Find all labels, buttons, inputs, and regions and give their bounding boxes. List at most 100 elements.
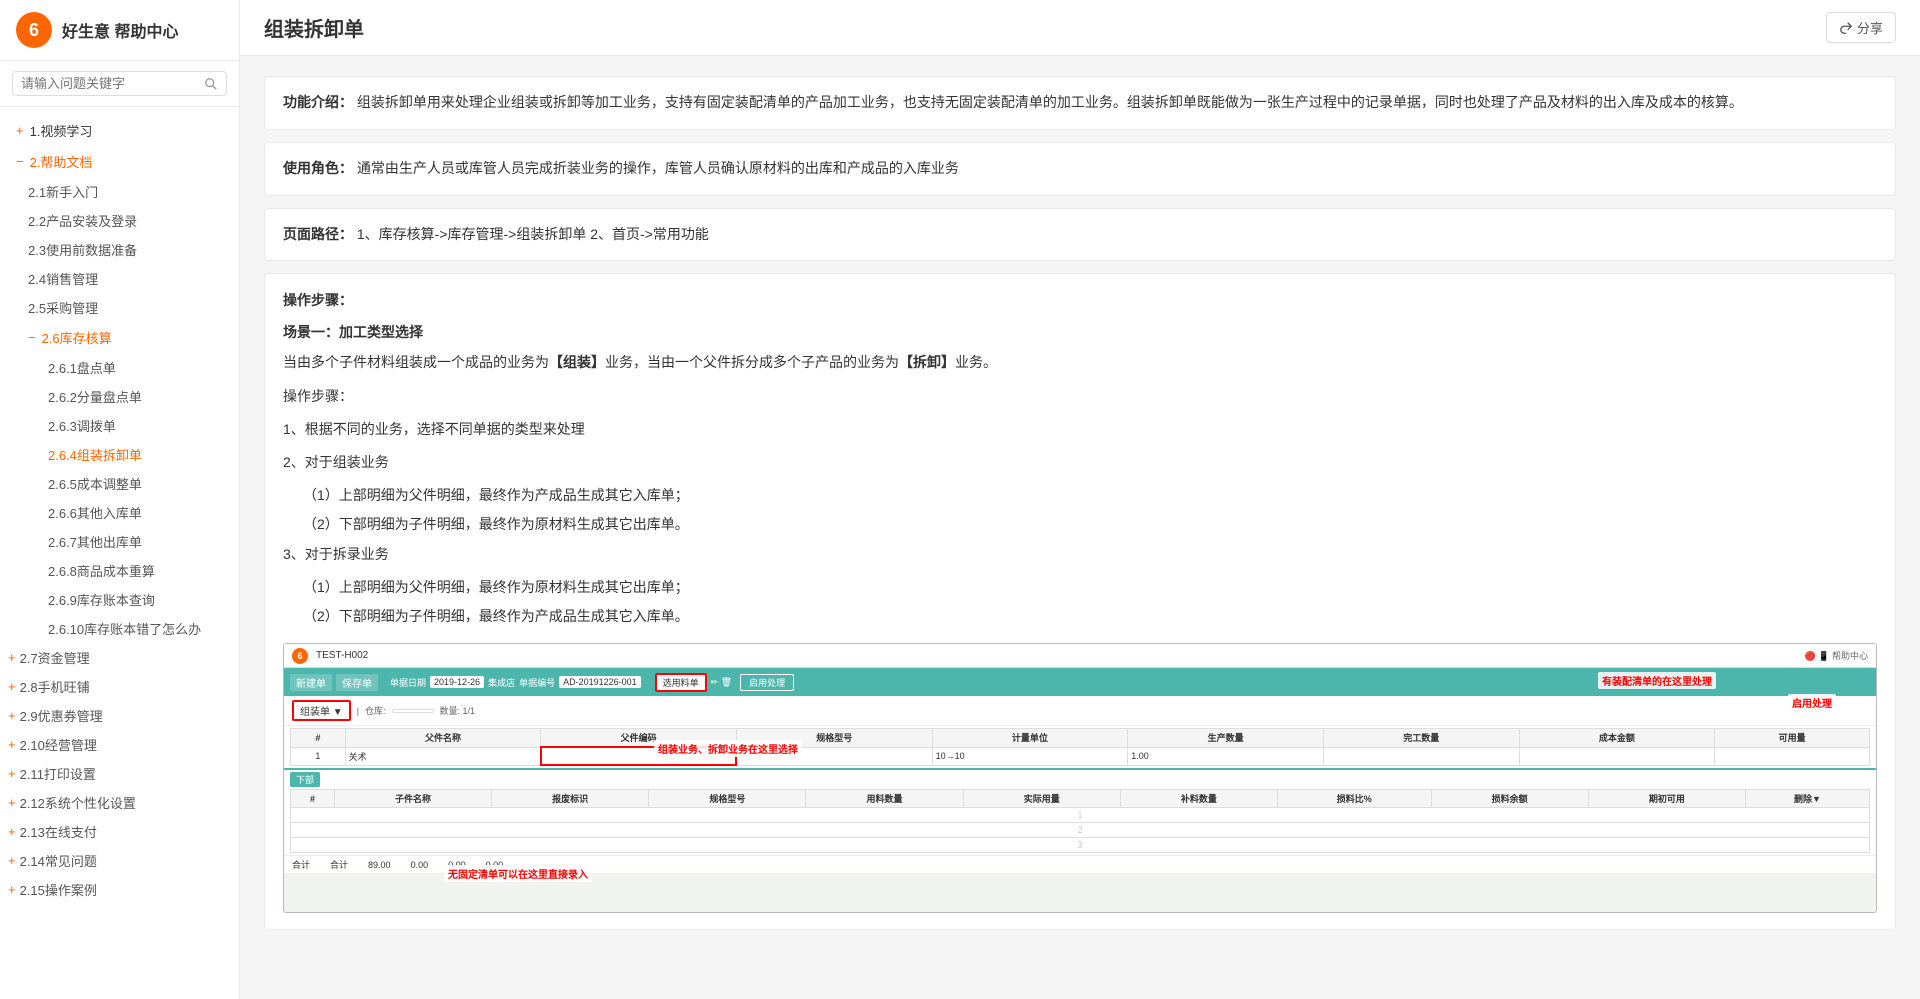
- ss-table-lower: # 子件名称 报废标识 规格型号 用料数量 实际用量 补料数量 损料比% 损料余…: [290, 789, 1870, 853]
- main-content: 组装拆卸单 分享 功能介绍： 组装拆卸单用来处理企业组装或拆卸等加工业务，支持有…: [240, 0, 1920, 999]
- ss-header: 6 TEST-H002 🔴 📱 帮助中心: [284, 644, 1876, 668]
- step1: 1、根据不同的业务，选择不同单据的类型来处理: [283, 417, 1877, 442]
- sidebar-item-2-12[interactable]: + 2.12系统个性化设置: [8, 788, 239, 817]
- annotation-2: 组装业务、拆卸业务在这里选择: [654, 740, 802, 757]
- top-bar: 组装拆卸单 分享: [240, 0, 1920, 56]
- sidebar-item-2-14[interactable]: + 2.14常见问题: [8, 846, 239, 875]
- sidebar-item-2-11[interactable]: + 2.11打印设置: [8, 759, 239, 788]
- table-row: 3: [291, 838, 1870, 853]
- sidebar-item-2-13[interactable]: + 2.13在线支付: [8, 817, 239, 846]
- page-title: 组装拆卸单: [264, 13, 364, 42]
- ss-logo: 6: [292, 648, 308, 664]
- sidebar-item-2-6-4[interactable]: 2.6.4组装拆卸单: [48, 440, 239, 469]
- step2-sub1: （1）上部明细为父件明细，最终作为产成品生成其它入库单；: [303, 483, 1877, 508]
- sidebar-item-2-6-6[interactable]: 2.6.6其他入库单: [48, 498, 239, 527]
- sidebar-item-2-3[interactable]: 2.3使用前数据准备: [28, 235, 239, 264]
- sidebar-item-label-2: 2.帮助文档: [30, 152, 93, 171]
- annotation-4: 无固定清单可以在这里直接录入: [444, 865, 592, 882]
- ss-bom-area: 选用料单 ✏ 🗑: [655, 673, 732, 692]
- table-row: 2: [291, 823, 1870, 838]
- sidebar-item-2-6-10[interactable]: 2.6.10库存账本错了怎么办: [48, 614, 239, 643]
- ss-lower-tab: 下部: [290, 772, 320, 787]
- search-input[interactable]: [21, 76, 204, 91]
- ss-bill-label: 单据编号: [519, 676, 555, 689]
- scenario-title: 场景一：加工类型选择: [283, 322, 1877, 342]
- sidebar-item-2-15[interactable]: + 2.15操作案例: [8, 875, 239, 904]
- sidebar-sub-2-6: 2.6.1盘点单 2.6.2分量盘点单 2.6.3调拨单 2.6.4组装拆卸单 …: [28, 353, 239, 643]
- sidebar-item-2-2[interactable]: 2.2产品安装及登录: [28, 206, 239, 235]
- search-icon: [204, 77, 218, 91]
- scenario-desc: 当由多个子件材料组装成一个成品的业务为【组装】业务，当由一个父件拆分成多个子产品…: [283, 350, 1877, 375]
- content-area: 功能介绍： 组装拆卸单用来处理企业组装或拆卸等加工业务，支持有固定装配清单的产品…: [240, 56, 1920, 999]
- ss-btn-new[interactable]: 新建单: [290, 674, 332, 691]
- share-button[interactable]: 分享: [1826, 12, 1896, 43]
- ss-bill-val: AD-20191226-001: [559, 676, 641, 688]
- sidebar-item-2-4[interactable]: 2.4销售管理: [28, 264, 239, 293]
- ss-icons: ✏ 🗑: [711, 677, 732, 688]
- sidebar-item-label-1: 1.视频学习: [30, 121, 93, 140]
- ss-type-row: 组装单 ▼ | 仓库: 数量: 1/1 组装业务、拆卸业务在这里选择: [284, 696, 1876, 726]
- expand-icon-1: +: [16, 123, 24, 138]
- sidebar-sub-docs: 2.1新手入门 2.2产品安装及登录 2.3使用前数据准备 2.4销售管理 2.…: [0, 177, 239, 904]
- sidebar-item-docs[interactable]: − 2.帮助文档: [0, 146, 239, 177]
- nav-tree: + 1.视频学习 − 2.帮助文档 2.1新手入门 2.2产品安装及登录 2.3…: [0, 107, 239, 999]
- feature-intro-block: 功能介绍： 组装拆卸单用来处理企业组装或拆卸等加工业务，支持有固定装配清单的产品…: [264, 76, 1896, 130]
- logo-area: 6 好生意 帮助中心: [0, 0, 239, 61]
- logo-text: 好生意 帮助中心: [62, 18, 178, 42]
- ss-process-btn[interactable]: 启用处理: [740, 674, 794, 691]
- annotation-3: 启用处理: [1788, 694, 1836, 711]
- feature-intro-label: 功能介绍：: [283, 94, 353, 110]
- sidebar-item-2-10[interactable]: + 2.10经营管理: [8, 730, 239, 759]
- sidebar-item-2-5[interactable]: 2.5采购管理: [28, 293, 239, 322]
- table-row: 1 关术 10→10 1.00: [291, 747, 1870, 765]
- sidebar-item-2-7[interactable]: + 2.7资金管理: [8, 643, 239, 672]
- search-area: [0, 61, 239, 107]
- sidebar-item-2-8[interactable]: + 2.8手机旺铺: [8, 672, 239, 701]
- page-path-block: 页面路径： 1、库存核算->库存管理->组装拆卸单 2、首页->常用功能: [264, 208, 1896, 262]
- sidebar-item-2-6-5[interactable]: 2.6.5成本调整单: [48, 469, 239, 498]
- ss-header-text: TEST-H002: [316, 650, 368, 661]
- step3: 3、对于拆录业务: [283, 542, 1877, 567]
- expand-icon-2: −: [16, 154, 24, 169]
- logo-icon: 6: [16, 12, 52, 48]
- step2: 2、对于组装业务: [283, 450, 1877, 475]
- ss-date-val: 2019-12-26: [430, 676, 484, 688]
- step3-sub2: （2）下部明细为子件明细，最终作为产成品生成其它入库单。: [303, 604, 1877, 629]
- sidebar-item-2-1[interactable]: 2.1新手入门: [28, 177, 239, 206]
- ss-bom-btn[interactable]: 选用料单: [655, 673, 707, 692]
- sidebar-item-video[interactable]: + 1.视频学习: [0, 115, 239, 146]
- ops-title: 操作步骤：: [283, 290, 1877, 310]
- sidebar-item-2-6[interactable]: − 2.6库存核算: [28, 322, 239, 353]
- sidebar-item-2-6-2[interactable]: 2.6.2分量盘点单: [48, 382, 239, 411]
- ss-group-label: 集成店: [488, 676, 515, 689]
- ss-upper-table: # 父件名称 父件编码 规格型号 计量单位 生产数量 完工数量 成本金额 可用量: [284, 726, 1876, 768]
- user-role-label: 使用角色：: [283, 160, 353, 176]
- feature-intro-text: 组装拆卸单用来处理企业组装或拆卸等加工业务，支持有固定装配清单的产品加工业务，也…: [357, 94, 1743, 110]
- sidebar-item-2-6-1[interactable]: 2.6.1盘点单: [48, 353, 239, 382]
- sidebar-item-2-6-9[interactable]: 2.6.9库存账本查询: [48, 585, 239, 614]
- ss-lower-section: 下部 # 子件名称 报废标识 规格型号 用料数量 实际用量 补料数量: [284, 768, 1876, 855]
- sidebar-item-2-6-3[interactable]: 2.6.3调拨单: [48, 411, 239, 440]
- ss-date-label: 单据日期: [390, 676, 426, 689]
- sidebar-item-2-6-8[interactable]: 2.6.8商品成本重算: [48, 556, 239, 585]
- user-role-text: 通常由生产人员或库管人员完成折装业务的操作，库管人员确认原材料的出库和产成品的入…: [357, 160, 959, 176]
- ss-header-icons: 🔴 📱 帮助中心: [1805, 649, 1868, 662]
- sidebar-item-2-9[interactable]: + 2.9优惠券管理: [8, 701, 239, 730]
- table-row: 1: [291, 808, 1870, 823]
- annotation-1: 有装配清单的在这里处理: [1598, 672, 1716, 689]
- step3-sub1: （1）上部明细为父件明细，最终作为原材料生成其它出库单；: [303, 575, 1877, 600]
- page-path-text: 1、库存核算->库存管理->组装拆卸单 2、首页->常用功能: [357, 226, 709, 242]
- user-role-block: 使用角色： 通常由生产人员或库管人员完成折装业务的操作，库管人员确认原材料的出库…: [264, 142, 1896, 196]
- expand-icon-2-6: −: [28, 330, 36, 345]
- search-box[interactable]: [12, 71, 227, 96]
- sidebar: 6 好生意 帮助中心 + 1.视频学习 − 2.帮助文档 2.1新手入门 2.2…: [0, 0, 240, 999]
- share-icon: [1839, 21, 1853, 35]
- ss-btn-save[interactable]: 保存单: [336, 674, 378, 691]
- step2-sub2: （2）下部明细为子件明细，最终作为原材料生成其它出库单。: [303, 512, 1877, 537]
- page-path-label: 页面路径：: [283, 226, 353, 242]
- screenshot: 6 TEST-H002 🔴 📱 帮助中心 新建单 保存单 单据日期 2019-1…: [283, 643, 1877, 913]
- ss-warehouse[interactable]: [392, 709, 434, 713]
- ops-block: 操作步骤： 场景一：加工类型选择 当由多个子件材料组装成一个成品的业务为【组装】…: [264, 273, 1896, 930]
- ss-type-selector[interactable]: 组装单 ▼: [292, 700, 351, 721]
- sidebar-item-2-6-7[interactable]: 2.6.7其他出库单: [48, 527, 239, 556]
